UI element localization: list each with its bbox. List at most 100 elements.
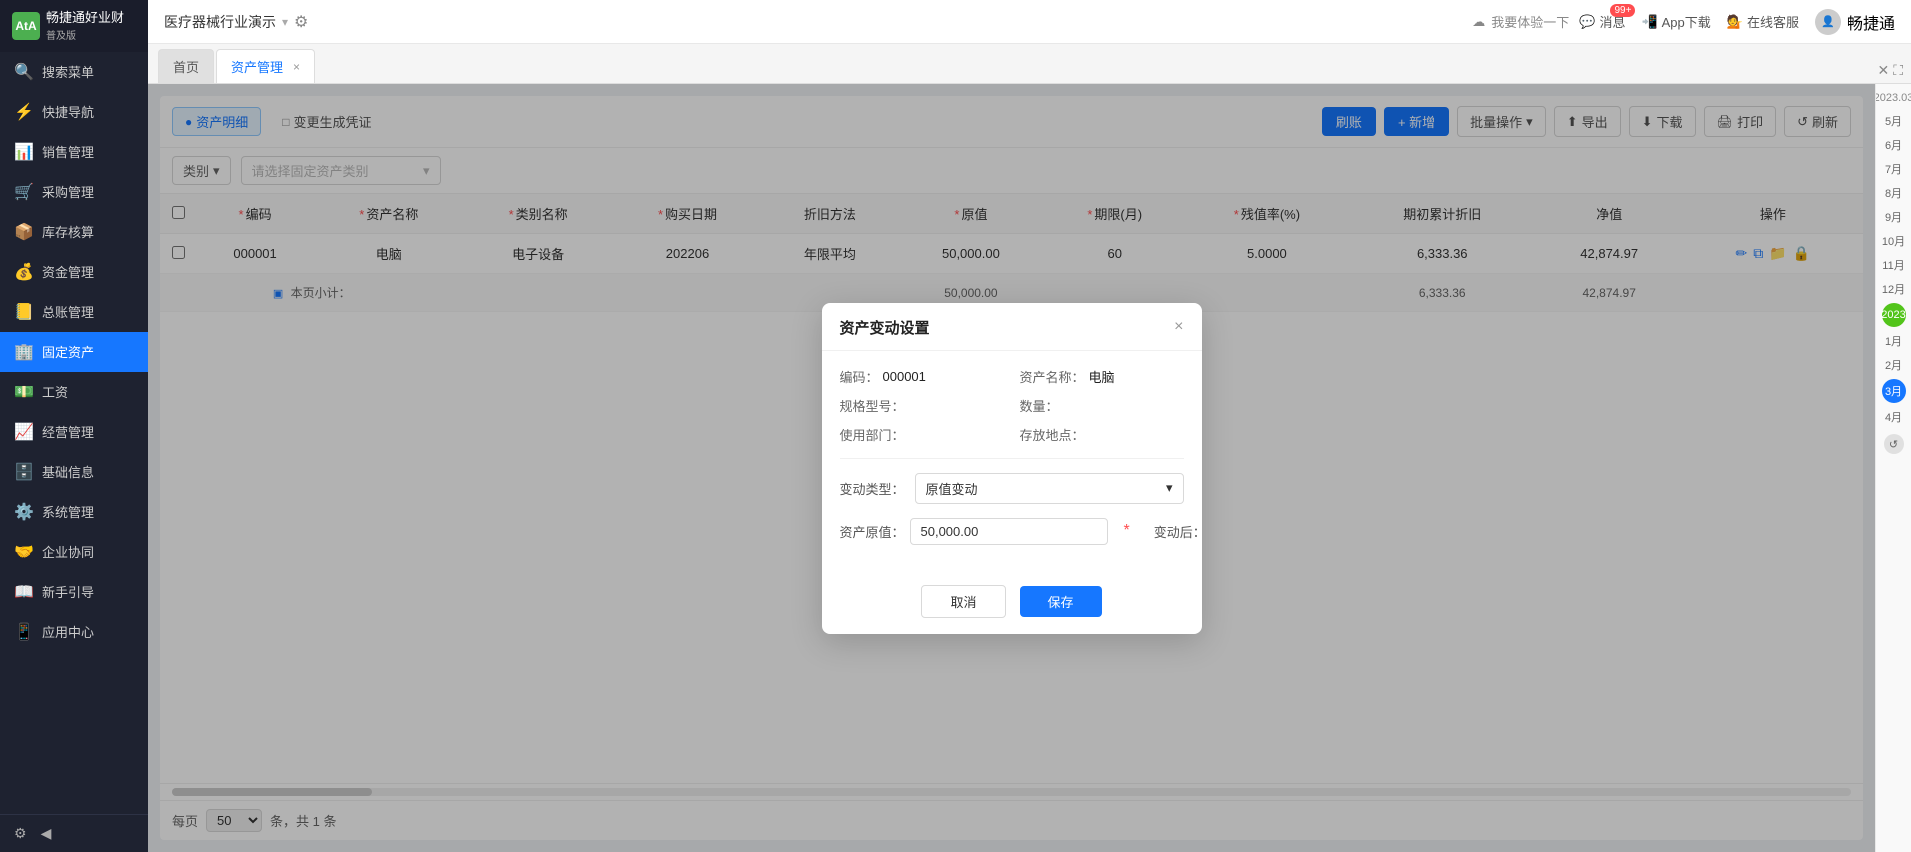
tabbar: 首页 资产管理 × ✕ ⛶ <box>148 44 1911 84</box>
experience-label: 我要体验一下 <box>1491 12 1569 31</box>
sidebar-item-ops[interactable]: 📈 经营管理 <box>0 412 148 452</box>
date-month-3-current[interactable]: 3月 <box>1882 379 1906 403</box>
guide-icon: 📖 <box>14 582 34 602</box>
sidebar-item-base[interactable]: 🗄️ 基础信息 <box>0 452 148 492</box>
tab-home[interactable]: 首页 <box>158 49 214 83</box>
sidebar-item-label: 采购管理 <box>42 182 94 201</box>
app-download-btn[interactable]: 📲 App下载 <box>1641 12 1710 31</box>
date-month-10[interactable]: 10月 <box>1878 230 1910 252</box>
code-label: 编码： <box>840 367 879 386</box>
system-icon: ⚙️ <box>14 502 34 522</box>
app-version: 普及版 <box>46 27 124 42</box>
sales-icon: 📊 <box>14 142 34 162</box>
sidebar-item-quicknav[interactable]: ⚡ 快捷导航 <box>0 92 148 132</box>
original-value-input[interactable] <box>910 518 1108 545</box>
sidebar-item-system[interactable]: ⚙️ 系统管理 <box>0 492 148 532</box>
save-button[interactable]: 保存 <box>1020 586 1102 617</box>
date-month-2[interactable]: 2月 <box>1878 354 1910 376</box>
tab-home-label: 首页 <box>173 57 199 76</box>
dropdown-arrow-icon[interactable]: ▾ <box>282 15 288 29</box>
date-month-4[interactable]: 4月 <box>1878 406 1910 428</box>
sidebar-item-label: 搜索菜单 <box>42 62 94 81</box>
sidebar-item-purchase[interactable]: 🛒 采购管理 <box>0 172 148 212</box>
sidebar-item-label: 总账管理 <box>42 302 94 321</box>
tab-expand-icon[interactable]: ⛶ <box>1893 62 1903 79</box>
modal-header: 资产变动设置 × <box>822 303 1202 351</box>
ops-icon: 📈 <box>14 422 34 442</box>
download-icon: 📲 <box>1641 14 1657 30</box>
date-month-8[interactable]: 8月 <box>1878 182 1910 204</box>
change-type-select[interactable]: 原值变动 ▾ <box>915 473 1184 504</box>
experience-btn[interactable]: ☁ 我要体验一下 <box>1472 12 1569 31</box>
sidebar-item-guide[interactable]: 📖 新手引导 <box>0 572 148 612</box>
chevron-down-icon3: ▾ <box>1166 480 1173 496</box>
date-month-12[interactable]: 12月 <box>1878 278 1910 300</box>
change-type-row: 变动类型： 原值变动 ▾ <box>840 473 1184 504</box>
sidebar-item-salary[interactable]: 💵 工资 <box>0 372 148 412</box>
date-month-9[interactable]: 9月 <box>1878 206 1910 228</box>
collapse-icon[interactable]: ◀ <box>41 825 52 842</box>
location-label: 存放地点： <box>1020 425 1085 444</box>
info-location: 存放地点： <box>1020 425 1184 444</box>
date-month-1[interactable]: 1月 <box>1878 330 1910 352</box>
app-name: 畅捷通好业财 <box>46 10 124 27</box>
right-date-panel: 2023.03 5月 6月 7月 8月 9月 10月 11月 12月 2023 … <box>1875 84 1911 852</box>
salary-icon: 💵 <box>14 382 34 402</box>
sidebar-item-inventory[interactable]: 📦 库存核算 <box>0 212 148 252</box>
sidebar-item-label: 快捷导航 <box>42 102 94 121</box>
year-label[interactable]: 2023 <box>1882 303 1906 327</box>
online-service-label: 在线客服 <box>1747 12 1799 31</box>
date-month-6[interactable]: 6月 <box>1878 134 1910 156</box>
sidebar-item-label: 企业协同 <box>42 542 94 561</box>
tab-close-icon[interactable]: × <box>293 60 300 74</box>
sidebar-item-search[interactable]: 🔍 搜索菜单 <box>0 52 148 92</box>
user-info[interactable]: 👤 畅捷通 <box>1815 9 1895 35</box>
sidebar-item-assets[interactable]: 🏢 固定资产 <box>0 332 148 372</box>
date-month-11[interactable]: 11月 <box>1878 254 1910 276</box>
sidebar-item-label: 工资 <box>42 382 68 401</box>
info-dept: 使用部门： <box>840 425 1004 444</box>
topbar: 医疗器械行业演示 ▾ ⚙ ☁ 我要体验一下 💬 消息 99+ 📲 App下载 💁… <box>148 0 1911 44</box>
content-area: ● 资产明细 □ 变更生成凭证 刷账 + 新增 批量操作 ▾ <box>148 84 1911 852</box>
name-value: 电脑 <box>1089 367 1115 386</box>
refresh-circle-icon[interactable]: ↺ <box>1884 434 1904 454</box>
name-label: 资产名称： <box>1020 367 1085 386</box>
change-type-label: 变动类型： <box>840 479 905 498</box>
sidebar-item-ledger[interactable]: 📒 总账管理 <box>0 292 148 332</box>
gear-icon[interactable]: ⚙ <box>294 12 308 32</box>
online-service-btn[interactable]: 💁 在线客服 <box>1727 12 1799 31</box>
sidebar-item-label: 基础信息 <box>42 462 94 481</box>
spec-label: 规格型号： <box>840 396 905 415</box>
date-month-5[interactable]: 5月 <box>1878 110 1910 132</box>
purchase-icon: 🛒 <box>14 182 34 202</box>
date-month-7[interactable]: 7月 <box>1878 158 1910 180</box>
tab-asset-mgmt[interactable]: 资产管理 × <box>216 49 315 83</box>
cancel-button[interactable]: 取消 <box>921 585 1005 618</box>
message-btn[interactable]: 💬 消息 99+ <box>1579 12 1625 31</box>
sidebar-item-apps[interactable]: 📱 应用中心 <box>0 612 148 652</box>
modal-close-icon[interactable]: × <box>1174 318 1183 336</box>
app-logo[interactable]: AtA 畅捷通好业财 普及版 <box>0 0 148 52</box>
tab-asset-mgmt-label: 资产管理 <box>231 57 283 76</box>
sidebar-item-label: 系统管理 <box>42 502 94 521</box>
sidebar-item-collab[interactable]: 🤝 企业协同 <box>0 532 148 572</box>
modal-overlay: 资产变动设置 × 编码： 000001 资产名称： <box>148 84 1875 852</box>
original-value-label: 资产原值： <box>840 522 900 541</box>
tabbar-right: ✕ ⛶ <box>1877 62 1911 83</box>
quantity-label: 数量： <box>1020 396 1059 415</box>
after-change-label: 变动后： <box>1146 522 1202 541</box>
modal-title: 资产变动设置 <box>840 317 930 338</box>
settings-bottom-icon[interactable]: ⚙ <box>14 825 27 842</box>
sidebar-item-capital[interactable]: 💰 资金管理 <box>0 252 148 292</box>
refresh-dot: ↺ <box>1884 434 1904 454</box>
tab-close-window-icon[interactable]: ✕ <box>1877 62 1889 79</box>
original-value-row: 资产原值： * 变动后： <box>840 518 1184 545</box>
message-badge: 99+ <box>1610 4 1635 17</box>
sidebar-item-label: 库存核算 <box>42 222 94 241</box>
sidebar-item-label: 应用中心 <box>42 622 94 641</box>
assets-icon: 🏢 <box>14 342 34 362</box>
topbar-title-area: 医疗器械行业演示 ▾ ⚙ <box>164 12 1462 32</box>
sidebar-bottom: ⚙ ◀ <box>0 814 148 852</box>
sidebar-item-sales[interactable]: 📊 销售管理 <box>0 132 148 172</box>
sidebar-item-label: 资金管理 <box>42 262 94 281</box>
